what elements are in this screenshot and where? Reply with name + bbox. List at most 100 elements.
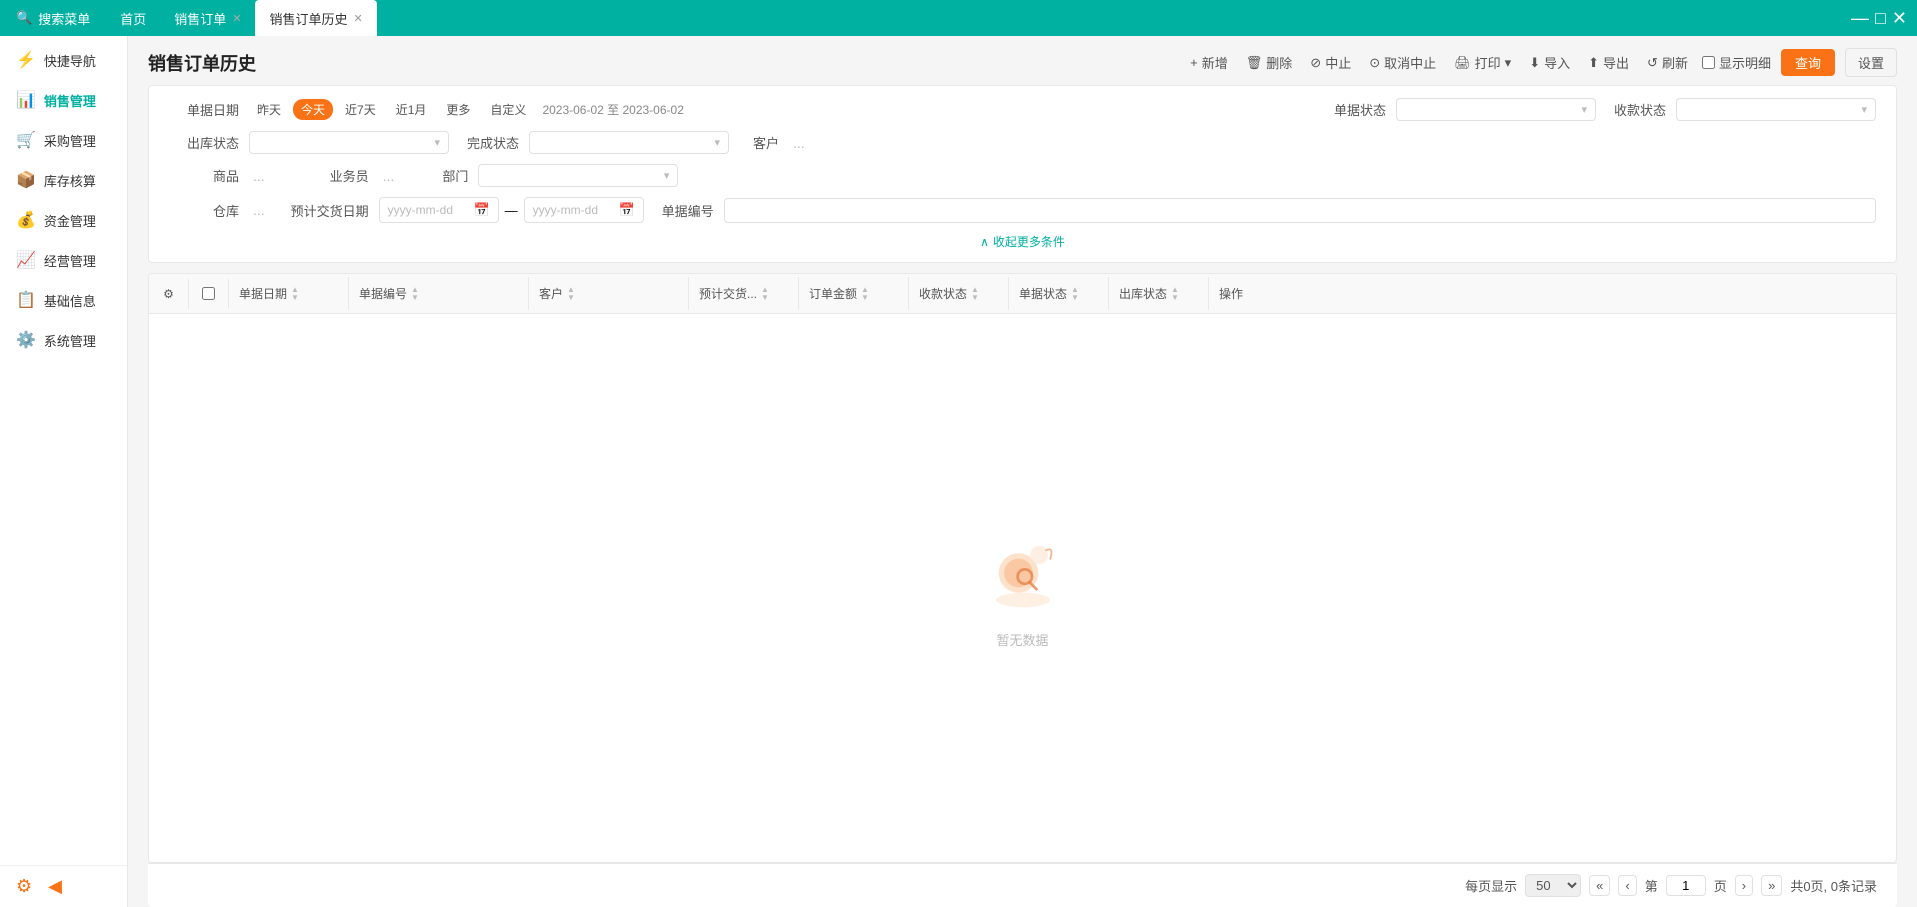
date-custom[interactable]: 自定义 <box>482 99 534 120</box>
date-yesterday[interactable]: 昨天 <box>249 99 289 120</box>
display-columns-toggle[interactable]: 显示明细 <box>1702 53 1771 72</box>
status-label: 单据状态 <box>1326 100 1396 119</box>
status-select[interactable]: ▾ <box>1396 98 1596 121</box>
sidebar-item-label: 基础信息 <box>44 291 96 310</box>
salesperson-dots[interactable]: ... <box>379 168 399 184</box>
stop-button[interactable]: ⊘ 中止 <box>1306 51 1355 74</box>
tab-home[interactable]: 首页 <box>106 0 160 36</box>
search-menu[interactable]: 🔍 搜索菜单 <box>0 0 106 36</box>
collapse-label: 收起更多条件 <box>993 233 1065 250</box>
print-label: 打印 <box>1475 53 1501 72</box>
date-more[interactable]: 更多 <box>438 99 478 120</box>
cancel-stop-button[interactable]: ⊙ 取消中止 <box>1365 51 1440 74</box>
sidebar-item-label: 采购管理 <box>44 131 96 150</box>
sidebar-item-operation[interactable]: 📈 经营管理 <box>0 240 127 280</box>
date-today[interactable]: 今天 <box>293 99 333 120</box>
tab-sales-order[interactable]: 销售订单 ✕ <box>160 0 255 36</box>
delivery-label: 预计交货日期 <box>289 201 379 220</box>
tab-sales-order-history[interactable]: 销售订单历史 ✕ <box>255 0 376 36</box>
th-status[interactable]: 单据状态 ▲▼ <box>1009 277 1109 310</box>
sidebar-item-inventory[interactable]: 📦 库存核算 <box>0 160 127 200</box>
delivery-end-input[interactable]: yyyy-mm-dd 📅 <box>524 197 644 223</box>
th-collect[interactable]: 收款状态 ▲▼ <box>909 277 1009 310</box>
table-area: ⚙ 单据日期 ▲▼ 单据编号 ▲▼ 客户 ▲▼ 预计交货. <box>148 273 1897 863</box>
th-no[interactable]: 单据编号 ▲▼ <box>349 277 529 310</box>
th-date[interactable]: 单据日期 ▲▼ <box>229 277 349 310</box>
date-last-month[interactable]: 近1月 <box>388 99 435 120</box>
order-no-label: 单据编号 <box>654 201 724 220</box>
goods-label: 商品 <box>169 166 249 185</box>
tab-sales-order-history-close[interactable]: ✕ <box>353 12 362 25</box>
customer-dots[interactable]: ... <box>789 135 809 151</box>
th-delivery-label: 预计交货... <box>699 285 757 302</box>
first-page-btn[interactable]: « <box>1589 875 1610 896</box>
add-label: 新增 <box>1202 53 1228 72</box>
th-no-label: 单据编号 <box>359 285 407 302</box>
goods-dots[interactable]: ... <box>249 168 269 184</box>
display-columns-checkbox[interactable] <box>1702 56 1715 69</box>
out-sort-icon: ▲▼ <box>1171 286 1179 302</box>
sidebar-item-label: 快捷导航 <box>44 51 96 70</box>
settings-button[interactable]: 设置 <box>1845 48 1897 77</box>
display-columns-label: 显示明细 <box>1719 53 1771 72</box>
th-status-label: 单据状态 <box>1019 285 1067 302</box>
sidebar-item-finance[interactable]: 💰 资金管理 <box>0 200 127 240</box>
sidebar-item-purchase-mgmt[interactable]: 🛒 采购管理 <box>0 120 127 160</box>
sidebar-item-sys-mgmt[interactable]: ⚙️ 系统管理 <box>0 320 127 360</box>
search-menu-label: 搜索菜单 <box>38 9 90 28</box>
th-customer[interactable]: 客户 ▲▼ <box>529 277 689 310</box>
empty-state: 暂无数据 <box>149 314 1896 862</box>
delivery-start-input[interactable]: yyyy-mm-dd 📅 <box>379 197 499 223</box>
page-input[interactable] <box>1666 875 1706 896</box>
sidebar-item-label: 库存核算 <box>44 171 96 190</box>
export-button[interactable]: ⬆ 导出 <box>1584 51 1633 74</box>
sidebar-collapse-btn[interactable]: ◀ <box>48 876 62 897</box>
delete-button[interactable]: 🗑 删除 <box>1242 51 1297 74</box>
status-sort-icon: ▲▼ <box>1071 286 1079 302</box>
last-page-btn[interactable]: » <box>1761 875 1782 896</box>
filter-row-2: 出库状态 ▾ 完成状态 ▾ 客户 ... <box>169 131 1876 154</box>
collapse-icon: ∧ <box>980 235 989 249</box>
sidebar-item-basic-info[interactable]: 📋 基础信息 <box>0 280 127 320</box>
close-btn[interactable]: ✕ <box>1892 9 1907 27</box>
add-button[interactable]: + 新增 <box>1186 51 1232 74</box>
import-button[interactable]: ⬇ 导入 <box>1525 51 1574 74</box>
dept-select[interactable]: ▾ <box>478 164 678 187</box>
th-check[interactable] <box>189 279 229 308</box>
warehouse-dots[interactable]: ... <box>249 202 269 218</box>
page-size-select[interactable]: 50 10 20 100 <box>1525 874 1581 897</box>
export-icon: ⬆ <box>1588 55 1599 71</box>
sidebar-item-sales-mgmt[interactable]: 📊 销售管理 <box>0 80 127 120</box>
select-all-checkbox[interactable] <box>202 287 215 300</box>
add-icon: + <box>1190 55 1198 70</box>
filter-row-3: 商品 ... 业务员 ... 部门 ▾ <box>169 164 1876 187</box>
date-range: 2023-06-02 至 2023-06-02 <box>542 101 683 118</box>
operation-icon: 📈 <box>16 250 36 270</box>
minimize-btn[interactable]: — <box>1851 9 1869 27</box>
th-out-status[interactable]: 出库状态 ▲▼ <box>1109 277 1209 310</box>
maximize-btn[interactable]: □ <box>1875 9 1886 27</box>
th-amount[interactable]: 订单金额 ▲▼ <box>799 277 909 310</box>
tab-sales-order-label: 销售订单 <box>174 9 226 28</box>
sidebar-item-quick-nav[interactable]: ⚡ 快捷导航 <box>0 40 127 80</box>
payment-select[interactable]: ▾ <box>1676 98 1876 121</box>
out-status-select[interactable]: ▾ <box>249 131 449 154</box>
print-icon: 🖨 <box>1454 55 1471 71</box>
date-last7[interactable]: 近7天 <box>337 99 384 120</box>
complete-select[interactable]: ▾ <box>529 131 729 154</box>
order-no-input[interactable] <box>724 198 1876 223</box>
import-icon: ⬇ <box>1529 55 1540 71</box>
gear-icon: ⚙ <box>163 287 174 301</box>
refresh-button[interactable]: ↺ 刷新 <box>1643 51 1692 74</box>
th-gear[interactable]: ⚙ <box>149 279 189 309</box>
page-label: 第 <box>1645 876 1658 895</box>
collapse-row[interactable]: ∧ 收起更多条件 <box>169 233 1876 250</box>
query-button[interactable]: 查询 <box>1781 49 1835 76</box>
tab-sales-order-close[interactable]: ✕ <box>232 12 241 25</box>
delivery-start-placeholder: yyyy-mm-dd <box>388 203 453 217</box>
print-button[interactable]: 🖨 打印 ▾ <box>1450 51 1515 74</box>
th-delivery[interactable]: 预计交货... ▲▼ <box>689 277 799 310</box>
next-page-btn[interactable]: › <box>1735 875 1753 896</box>
sidebar-settings-btn[interactable]: ⚙ <box>16 876 32 897</box>
prev-page-btn[interactable]: ‹ <box>1618 875 1636 896</box>
